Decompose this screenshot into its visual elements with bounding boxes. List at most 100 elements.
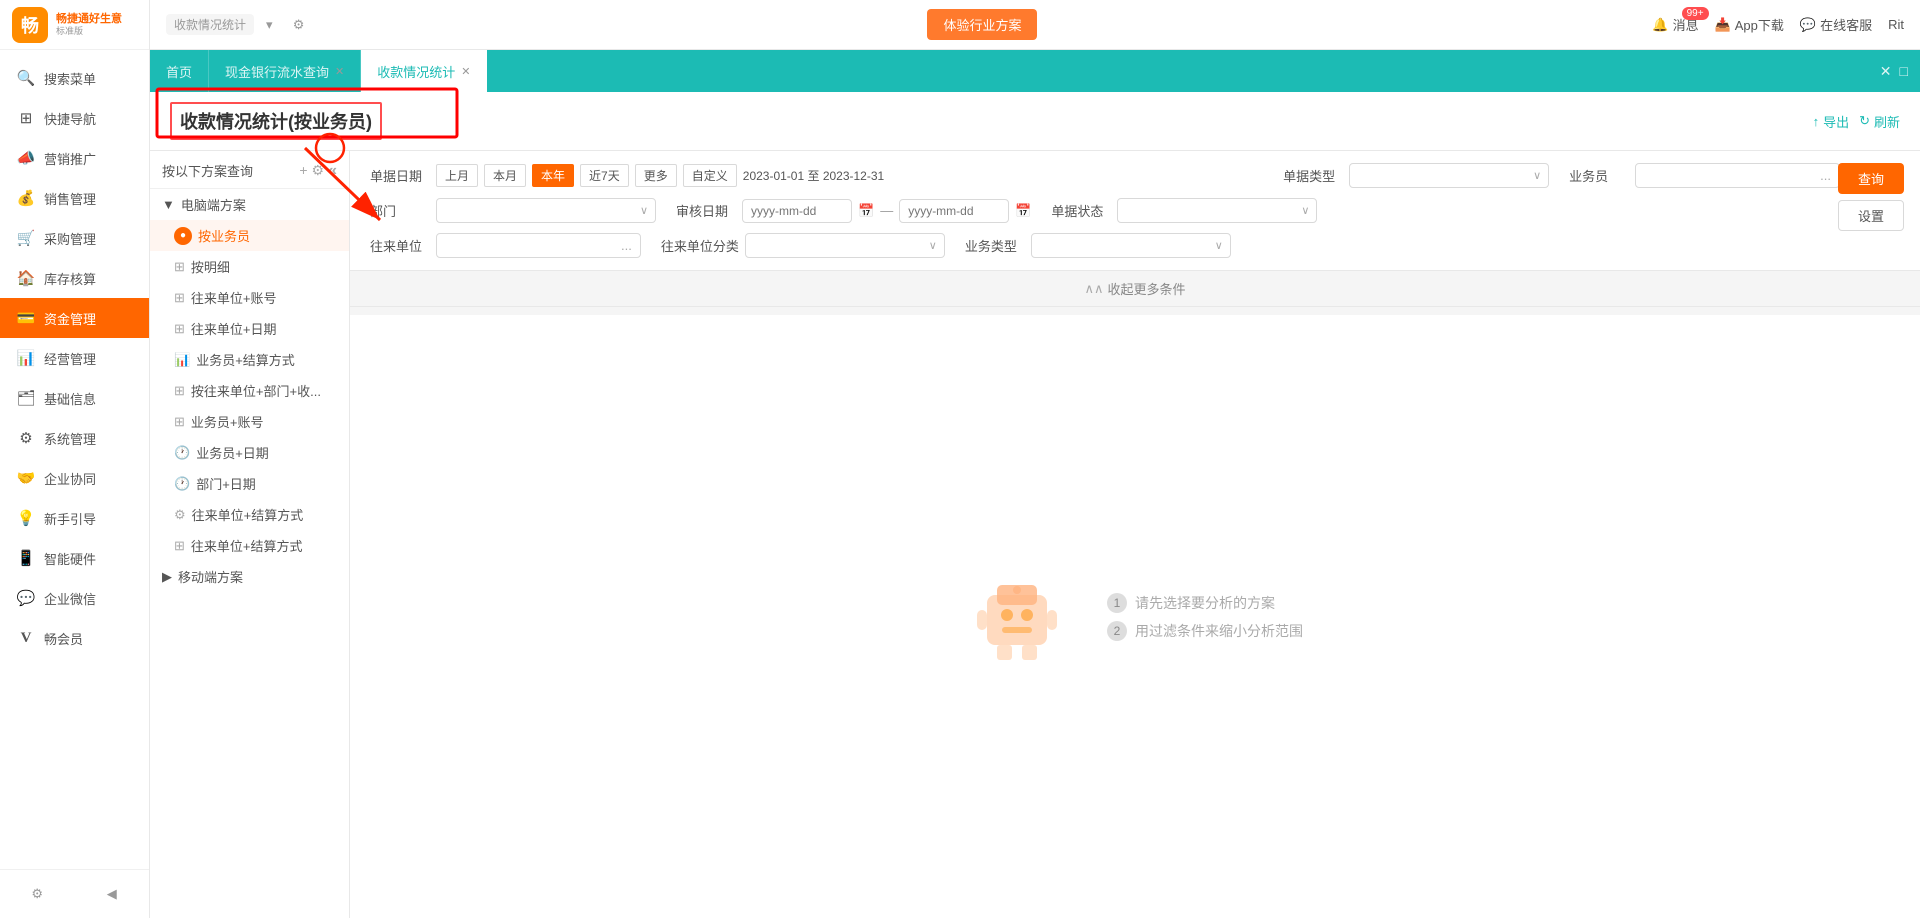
sidebar-item-sales[interactable]: 💰 销售管理	[0, 178, 149, 218]
sidebar-item-operations[interactable]: 📊 经营管理	[0, 338, 149, 378]
page-title: 收款情况统计(按业务员)	[170, 102, 382, 140]
dept-select[interactable]	[436, 198, 656, 223]
date-this-month[interactable]: 本月	[484, 164, 526, 187]
desktop-scheme-header[interactable]: ▼ 电脑端方案	[150, 189, 349, 220]
weixin-icon: 💬	[16, 588, 36, 608]
partner-dept-icon: ⊞	[174, 383, 185, 399]
home-icon: ⊞	[16, 108, 36, 128]
purchase-icon: 🛒	[16, 228, 36, 248]
sidebar-nav: 🔍 搜索菜单 ⊞ 快捷导航 📣 营销推广 💰 销售管理 🛒 采购管理 🏠 库存核…	[0, 50, 149, 869]
scheme-item-salesperson-account[interactable]: ⊞ 业务员+账号	[150, 406, 349, 437]
partner-input[interactable]	[445, 238, 621, 253]
partner-more-btn[interactable]: ...	[621, 238, 632, 253]
sidebar-item-enterprise[interactable]: 🤝 企业协同	[0, 458, 149, 498]
doc-status-filter: 单据状态	[1051, 198, 1317, 223]
tab-receipt-stats-close[interactable]: ✕	[461, 65, 470, 78]
biz-type-select[interactable]	[1031, 233, 1231, 258]
scheme-item-partner-date[interactable]: ⊞ 往来单位+日期	[150, 313, 349, 344]
sidebar-item-search[interactable]: 🔍 搜索菜单	[0, 58, 149, 98]
date-more[interactable]: 更多	[635, 164, 677, 187]
logo-text: 畅捷通好生意 标准版	[56, 12, 122, 38]
salesperson-date-icon: 🕐	[174, 445, 190, 461]
scheme-item-partner-settle2[interactable]: ⊞ 往来单位+结算方式	[150, 530, 349, 561]
sidebar-item-smart-hw[interactable]: 📱 智能硬件	[0, 538, 149, 578]
download-icon: 📥	[1715, 17, 1731, 33]
sidebar-item-guide[interactable]: 💡 新手引导	[0, 498, 149, 538]
collapse-panel-btn[interactable]: «	[328, 162, 337, 180]
collapse-more-btn[interactable]: ∧∧ 收起更多条件	[1084, 279, 1185, 298]
date-separator: —	[880, 203, 893, 218]
sidebar-item-inventory[interactable]: 🏠 库存核算	[0, 258, 149, 298]
sidebar-item-basic-info[interactable]: 🗂 基础信息	[0, 378, 149, 418]
app-download-btn[interactable]: 📥 App下载	[1715, 15, 1784, 34]
search-icon: 🔍	[16, 68, 36, 88]
trial-button[interactable]: 体验行业方案	[927, 9, 1037, 40]
scheme-item-partner-account[interactable]: ⊞ 往来单位+账号	[150, 282, 349, 313]
add-scheme-btn[interactable]: +	[299, 162, 307, 180]
empty-state: 1 请先选择要分析的方案 2 用过滤条件来缩小分析范围	[350, 315, 1920, 918]
scheme-item-dept-date[interactable]: 🕐 部门+日期	[150, 468, 349, 499]
message-btn[interactable]: 🔔 消息 99+	[1652, 15, 1698, 34]
partner-settle2-icon: ⊞	[174, 538, 185, 554]
inventory-icon: 🏠	[16, 268, 36, 288]
mobile-scheme-header[interactable]: ▶ 移动端方案	[150, 561, 349, 592]
salesperson-more-btn[interactable]: ...	[1820, 168, 1831, 183]
settings-button[interactable]: 设置	[1838, 200, 1904, 231]
scheme-item-salesperson-settle[interactable]: 📊 业务员+结算方式	[150, 344, 349, 375]
calendar-icon-to: 📅	[1015, 203, 1031, 219]
doc-type-select-wrapper	[1349, 163, 1549, 188]
sidebar-item-system[interactable]: ⚙ 系统管理	[0, 418, 149, 458]
date-custom[interactable]: 自定义	[683, 164, 737, 187]
audit-date-from[interactable]	[742, 199, 852, 223]
sidebar-item-vip[interactable]: V 畅会员	[0, 618, 149, 658]
partner-category-select[interactable]	[745, 233, 945, 258]
salesperson-input-wrapper: ...	[1635, 163, 1840, 188]
partner-date-icon: ⊞	[174, 321, 185, 337]
sidebar-item-marketing[interactable]: 📣 营销推广	[0, 138, 149, 178]
page-actions: ↑ 导出 ↻ 刷新	[1813, 112, 1900, 131]
doc-type-filter: 单据类型	[1283, 163, 1549, 188]
salesperson-input[interactable]	[1644, 168, 1820, 183]
sidebar-item-weixin[interactable]: 💬 企业微信	[0, 578, 149, 618]
window-maximize-btn[interactable]: □	[1900, 63, 1908, 79]
tab-bank-flow-close[interactable]: ✕	[335, 65, 344, 78]
tabbar: 首页 现金银行流水查询 ✕ 收款情况统计 ✕ ✕ □	[150, 50, 1920, 92]
scheme-item-detail[interactable]: ⊞ 按明细	[150, 251, 349, 282]
date-this-year[interactable]: 本年	[532, 164, 574, 187]
sidebar-item-finance[interactable]: 💳 资金管理	[0, 298, 149, 338]
tip-1-number: 1	[1107, 593, 1127, 613]
query-button[interactable]: 查询	[1838, 163, 1904, 194]
partner-category-select-wrapper	[745, 233, 945, 258]
scheme-item-partner-settle1[interactable]: ⚙ 往来单位+结算方式	[150, 499, 349, 530]
scheme-item-partner-dept-collect[interactable]: ⊞ 按往来单位+部门+收...	[150, 375, 349, 406]
biz-type-filter: 业务类型	[965, 233, 1231, 258]
date-7days[interactable]: 近7天	[580, 164, 629, 187]
online-service-btn[interactable]: 💬 在线客服	[1800, 15, 1872, 34]
sidebar-collapse-btn[interactable]: ◀	[98, 880, 126, 908]
sidebar-item-quick-nav[interactable]: ⊞ 快捷导航	[0, 98, 149, 138]
scheme-item-salesperson-date[interactable]: 🕐 业务员+日期	[150, 437, 349, 468]
doc-type-select[interactable]	[1349, 163, 1549, 188]
refresh-btn[interactable]: ↻ 刷新	[1859, 112, 1900, 131]
sidebar-item-purchase[interactable]: 🛒 采购管理	[0, 218, 149, 258]
date-last-month[interactable]: 上月	[436, 164, 478, 187]
tab-home[interactable]: 首页	[150, 50, 209, 92]
export-btn[interactable]: ↑ 导出	[1813, 112, 1850, 131]
scheme-item-by-salesperson[interactable]: ● 按业务员	[150, 220, 349, 251]
topbar-gear-btn[interactable]: ⚙	[285, 11, 313, 39]
page-header: 收款情况统计(按业务员) ↑ 导出 ↻ 刷新	[150, 92, 1920, 151]
tab-bank-flow[interactable]: 现金银行流水查询 ✕	[209, 50, 361, 92]
empty-robot-illustration: 1 请先选择要分析的方案 2 用过滤条件来缩小分析范围	[967, 565, 1303, 668]
tab-window-actions: ✕ □	[1880, 50, 1920, 92]
audit-date-to[interactable]	[899, 199, 1009, 223]
window-close-btn[interactable]: ✕	[1880, 63, 1892, 80]
sidebar-settings-btn[interactable]: ⚙	[23, 880, 51, 908]
empty-tip-1: 1 请先选择要分析的方案	[1107, 593, 1303, 613]
tab-receipt-stats[interactable]: 收款情况统计 ✕	[361, 50, 487, 92]
topbar: 收款情况统计 ▾ ⚙ 体验行业方案 🔔 消息 99+ 📥 App下载 💬 在线客…	[150, 0, 1920, 50]
doc-status-select[interactable]	[1117, 198, 1317, 223]
main-area: 收款情况统计 ▾ ⚙ 体验行业方案 🔔 消息 99+ 📥 App下载 💬 在线客…	[150, 0, 1920, 918]
collapse-bar[interactable]: ∧∧ 收起更多条件	[350, 270, 1920, 307]
scheme-settings-btn[interactable]: ⚙	[312, 162, 325, 180]
robot-image	[967, 565, 1067, 668]
